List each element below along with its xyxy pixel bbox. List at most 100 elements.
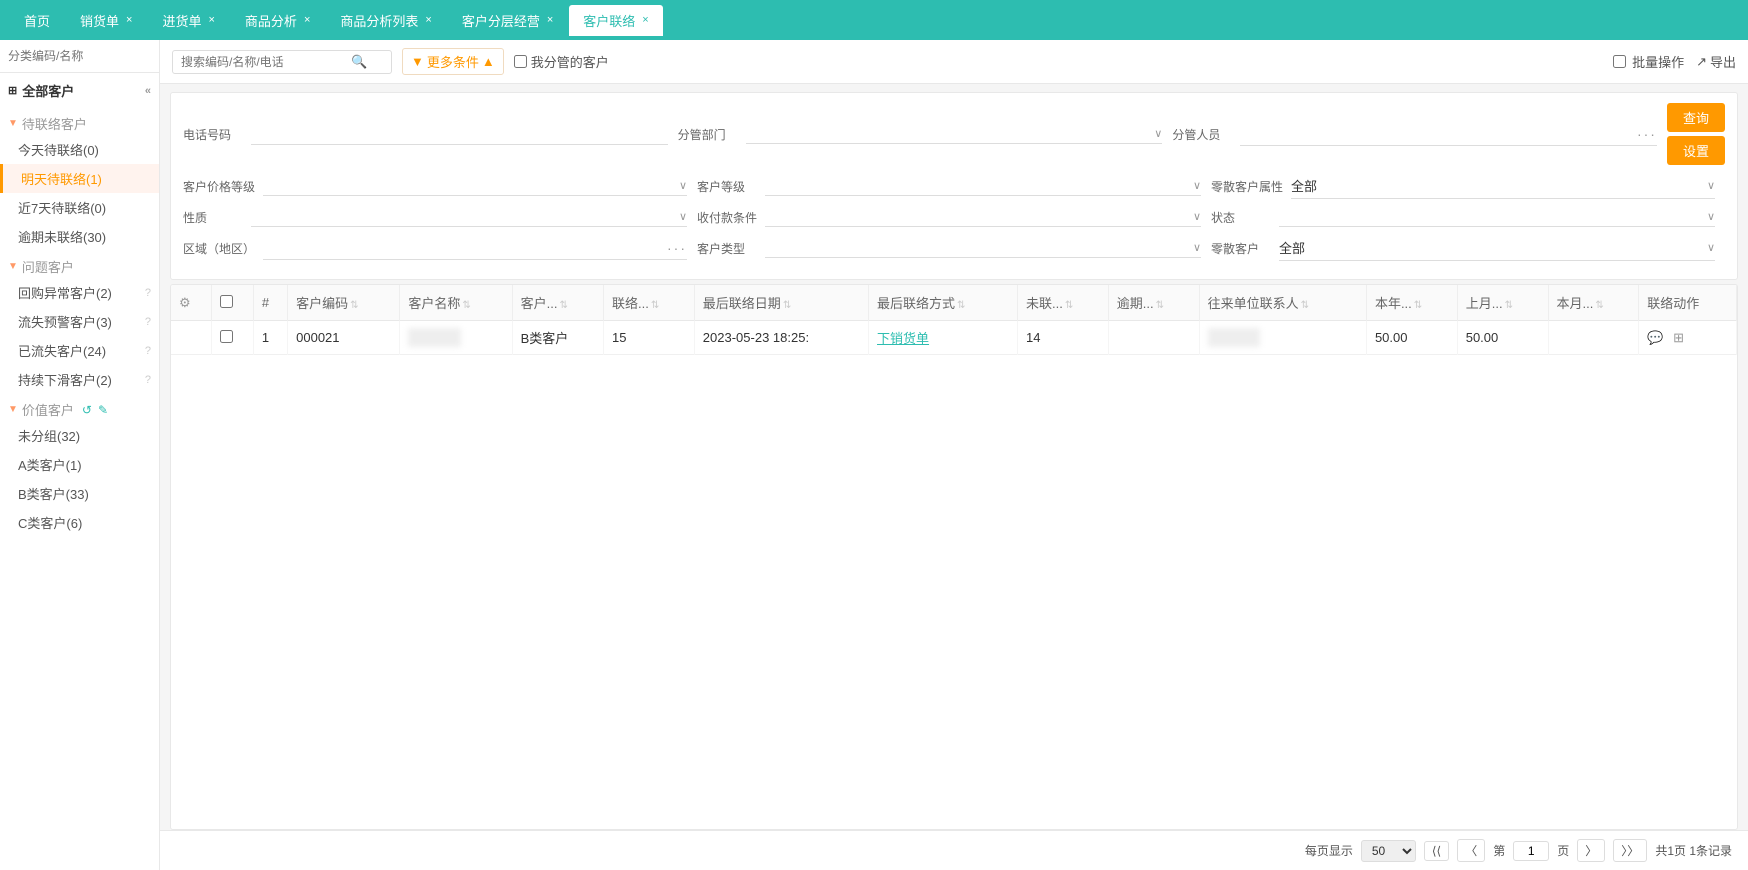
nav-customer-contact[interactable]: 客户联络 × xyxy=(569,5,662,36)
filter-label-retail: 零散客户 xyxy=(1211,240,1271,257)
filter-cell-payment: 收付款条件 ∨ xyxy=(697,207,1211,227)
col-this-year[interactable]: 本年...⇅ xyxy=(1366,285,1457,321)
page-label: 第 xyxy=(1493,842,1505,859)
col-no-contact[interactable]: 未联...⇅ xyxy=(1018,285,1109,321)
sidebar-item-c-class[interactable]: C类客户(6) xyxy=(0,508,159,537)
sidebar-item-b-class[interactable]: B类客户(33) xyxy=(0,479,159,508)
my-customers-toggle[interactable]: 我分管的客户 xyxy=(514,52,609,71)
filter-select-person[interactable]: ··· xyxy=(1240,123,1657,146)
edit-icon[interactable]: ✎ xyxy=(98,403,108,417)
select-all-checkbox[interactable] xyxy=(220,295,233,308)
nav-home[interactable]: 首页 xyxy=(10,5,64,36)
caret-down-icon: ∨ xyxy=(1707,241,1715,254)
sidebar-item-overdue[interactable]: 逾期未联络(30) xyxy=(0,222,159,251)
content-area: 🔍 ▼ 更多条件 ▲ 我分管的客户 批量操作 ↗ 导出 xyxy=(160,40,1748,870)
batch-op-button[interactable]: 批量操作 xyxy=(1613,52,1684,71)
sidebar-item-tomorrow[interactable]: 明天待联络(1) xyxy=(0,164,159,193)
filter-row-4: 区域（地区） ··· 客户类型 ∨ 零散客户 全部 xyxy=(183,235,1725,261)
filter-actions: 查询 设置 xyxy=(1667,103,1725,165)
row-contacts: 15 xyxy=(604,321,695,355)
more-filters-button[interactable]: ▼ 更多条件 ▲ xyxy=(402,48,504,75)
sidebar-item-repurchase-abnormal[interactable]: 回购异常客户(2) ? xyxy=(0,278,159,307)
sidebar-search-input[interactable] xyxy=(8,49,160,63)
search-icon[interactable]: 🔍 xyxy=(351,54,367,70)
first-page-button[interactable]: ⟨⟨ xyxy=(1424,841,1449,861)
sidebar-item-churned[interactable]: 已流失客户(24) ? xyxy=(0,336,159,365)
sort-icon: ⇅ xyxy=(1301,300,1309,311)
sort-icon: ⇅ xyxy=(462,300,470,311)
filter-select-status[interactable]: ∨ xyxy=(1279,207,1715,227)
close-icon[interactable]: × xyxy=(126,14,132,26)
nav-product-analysis[interactable]: 商品分析 × xyxy=(231,5,324,36)
col-name[interactable]: 客户名称⇅ xyxy=(400,285,512,321)
sidebar-all-customers[interactable]: ⊞ 全部客户 « xyxy=(0,73,159,108)
row-last-contact-method[interactable]: 下销货单 xyxy=(869,321,1018,355)
row-checkbox[interactable] xyxy=(220,330,233,343)
filter-label-status: 状态 xyxy=(1211,209,1271,226)
col-settings[interactable]: ⚙ xyxy=(171,285,211,321)
filter-select-customer-type[interactable]: ∨ xyxy=(765,238,1201,258)
sidebar-item-ungrouped[interactable]: 未分组(32) xyxy=(0,421,159,450)
page-suffix: 页 xyxy=(1557,842,1569,859)
sidebar-item-a-class[interactable]: A类客户(1) xyxy=(0,450,159,479)
sidebar-item-today[interactable]: 今天待联络(0) xyxy=(0,135,159,164)
next-page-button[interactable]: 〉 xyxy=(1577,839,1605,862)
sidebar-item-churn-warning[interactable]: 流失预警客户(3) ? xyxy=(0,307,159,336)
sidebar-item-declining[interactable]: 持续下滑客户(2) ? xyxy=(0,365,159,394)
col-type[interactable]: 客户...⇅ xyxy=(512,285,603,321)
col-last-contact-date[interactable]: 最后联络日期⇅ xyxy=(694,285,868,321)
close-icon[interactable]: × xyxy=(304,14,310,26)
filter-select-price-grade[interactable]: ∨ xyxy=(263,176,687,196)
batch-op-checkbox[interactable] xyxy=(1613,55,1626,68)
sort-icon: ⇅ xyxy=(1156,300,1164,311)
close-icon[interactable]: × xyxy=(547,14,553,26)
close-icon[interactable]: × xyxy=(642,14,648,26)
my-customers-checkbox[interactable] xyxy=(514,55,527,68)
caret-down-icon: ∨ xyxy=(1707,179,1715,192)
col-checkbox[interactable] xyxy=(211,285,253,321)
close-icon[interactable]: × xyxy=(425,14,431,26)
filter-select-region[interactable]: ··· xyxy=(263,237,687,260)
search-input[interactable] xyxy=(181,55,351,69)
col-unit-contacts[interactable]: 往来单位联系人⇅ xyxy=(1199,285,1366,321)
filter-select-retail[interactable]: 全部 ∨ xyxy=(1279,235,1715,261)
question-icon: ? xyxy=(145,374,151,386)
filter-select-customer-grade[interactable]: ∨ xyxy=(765,176,1201,196)
nav-product-analysis-list[interactable]: 商品分析列表 × xyxy=(326,5,445,36)
grid-action-icon[interactable]: ⊞ xyxy=(1673,330,1684,345)
row-settings-cell xyxy=(171,321,211,355)
nav-purchase-order[interactable]: 进货单 × xyxy=(148,5,228,36)
filter-select-payment[interactable]: ∨ xyxy=(765,207,1201,227)
col-this-month[interactable]: 本月...⇅ xyxy=(1548,285,1639,321)
col-last-contact-method[interactable]: 最后联络方式⇅ xyxy=(869,285,1018,321)
sidebar-item-7days[interactable]: 近7天待联络(0) xyxy=(0,193,159,222)
export-button[interactable]: ↗ 导出 xyxy=(1696,52,1736,71)
prev-page-button[interactable]: 〈 xyxy=(1457,839,1485,862)
nav-customer-layered[interactable]: 客户分层经营 × xyxy=(448,5,567,36)
reset-button[interactable]: 设置 xyxy=(1667,136,1725,165)
close-icon[interactable]: × xyxy=(208,14,214,26)
total-records: 共1页 1条记录 xyxy=(1655,842,1732,859)
last-page-button[interactable]: 〉〉 xyxy=(1613,839,1647,862)
search-input-wrap: 🔍 xyxy=(172,50,392,74)
chat-icon[interactable]: 💬 xyxy=(1647,330,1663,345)
page-size-select[interactable]: 50 100 200 xyxy=(1361,840,1416,862)
page-input[interactable] xyxy=(1513,841,1549,861)
refresh-icon[interactable]: ↺ xyxy=(82,403,92,417)
nav-sales-order[interactable]: 销货单 × xyxy=(66,5,146,36)
caret-up-icon: ▲ xyxy=(482,54,495,69)
col-overdue[interactable]: 逾期...⇅ xyxy=(1108,285,1199,321)
col-contacts[interactable]: 联络...⇅ xyxy=(604,285,695,321)
filter-cell-price-grade: 客户价格等级 ∨ xyxy=(183,176,697,196)
row-checkbox-cell[interactable] xyxy=(211,321,253,355)
filter-select-retail-attr[interactable]: 全部 ∨ xyxy=(1291,173,1715,199)
filter-select-nature[interactable]: ∨ xyxy=(251,207,687,227)
col-action: 联络动作 xyxy=(1639,285,1737,321)
query-button[interactable]: 查询 xyxy=(1667,103,1725,132)
col-code[interactable]: 客户编码⇅ xyxy=(288,285,400,321)
col-last-month[interactable]: 上月...⇅ xyxy=(1457,285,1548,321)
filter-select-dept[interactable]: ∨ xyxy=(746,124,1163,144)
filter-cell-region: 区域（地区） ··· xyxy=(183,237,697,260)
filter-icon: ▼ xyxy=(411,54,424,69)
filter-input-phone[interactable] xyxy=(251,124,668,145)
